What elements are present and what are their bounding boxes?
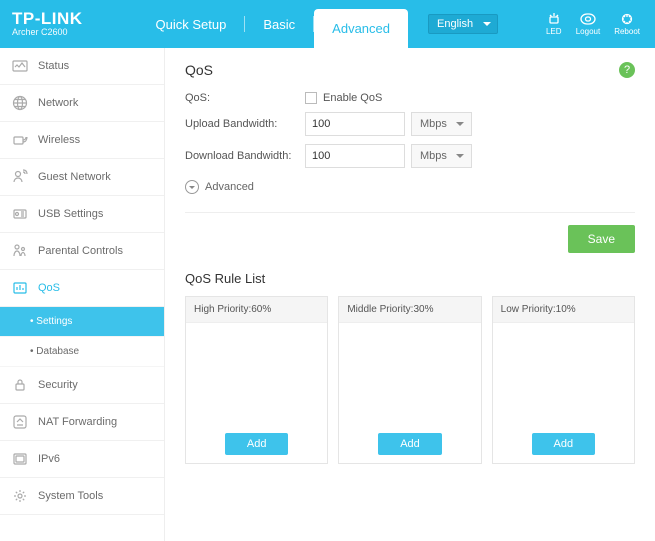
add-button-mid[interactable]: Add bbox=[378, 433, 442, 455]
title-row: QoS ? bbox=[185, 62, 635, 78]
enable-label: Enable QoS bbox=[323, 92, 382, 104]
sidebar-item-ipv6[interactable]: IPv6 bbox=[0, 441, 164, 478]
logo: TP-LINK Archer C2600 bbox=[12, 10, 83, 39]
priority-footer: Add bbox=[493, 425, 634, 463]
priority-body bbox=[339, 323, 480, 425]
reboot-label: Reboot bbox=[614, 27, 640, 36]
main-content: QoS ? QoS: Enable QoS Upload Bandwidth: … bbox=[165, 48, 655, 541]
reboot-icon bbox=[619, 12, 635, 26]
sidebar-item-qos[interactable]: QoS bbox=[0, 270, 164, 307]
priority-footer: Add bbox=[339, 425, 480, 463]
sidebar-item-status[interactable]: Status bbox=[0, 48, 164, 85]
language-select[interactable]: English bbox=[428, 14, 498, 34]
add-button-high[interactable]: Add bbox=[225, 433, 289, 455]
sidebar-label: System Tools bbox=[38, 490, 103, 502]
nat-icon bbox=[12, 414, 28, 430]
ipv6-icon bbox=[12, 451, 28, 467]
guest-icon bbox=[12, 169, 28, 185]
sub-label: Settings bbox=[30, 316, 72, 327]
upload-row: Upload Bandwidth: Mbps bbox=[185, 112, 635, 136]
led-button[interactable]: LED bbox=[546, 12, 562, 36]
sidebar-item-guest[interactable]: Guest Network bbox=[0, 159, 164, 196]
sidebar-item-nat[interactable]: NAT Forwarding bbox=[0, 404, 164, 441]
page-title: QoS bbox=[185, 62, 213, 78]
usb-icon bbox=[12, 206, 28, 222]
sidebar-label: Network bbox=[38, 97, 78, 109]
brand: TP-LINK bbox=[12, 10, 83, 29]
tab-advanced[interactable]: Advanced bbox=[314, 9, 408, 48]
sidebar-label: NAT Forwarding bbox=[38, 416, 117, 428]
body: Status Network Wireless Guest Network US… bbox=[0, 48, 655, 541]
priority-footer: Add bbox=[186, 425, 327, 463]
rule-list-title: QoS Rule List bbox=[185, 271, 635, 286]
qos-enable-row: QoS: Enable QoS bbox=[185, 92, 635, 104]
priority-header: Middle Priority:30% bbox=[339, 297, 480, 323]
status-icon bbox=[12, 58, 28, 74]
chevron-down-icon bbox=[185, 180, 199, 194]
network-icon bbox=[12, 95, 28, 111]
sidebar-subitem-settings[interactable]: Settings bbox=[0, 307, 164, 337]
main-tabs: Quick Setup Basic Advanced bbox=[138, 0, 408, 48]
tab-basic[interactable]: Basic bbox=[245, 0, 313, 48]
sidebar-label: Status bbox=[38, 60, 69, 72]
upload-label: Upload Bandwidth: bbox=[185, 118, 305, 130]
reboot-button[interactable]: Reboot bbox=[614, 12, 640, 36]
priority-body bbox=[493, 323, 634, 425]
priority-header: Low Priority:10% bbox=[493, 297, 634, 323]
download-row: Download Bandwidth: Mbps bbox=[185, 144, 635, 168]
divider bbox=[185, 212, 635, 213]
priority-header: High Priority:60% bbox=[186, 297, 327, 323]
sidebar-item-network[interactable]: Network bbox=[0, 85, 164, 122]
sidebar-item-tools[interactable]: System Tools bbox=[0, 478, 164, 515]
sidebar: Status Network Wireless Guest Network US… bbox=[0, 48, 165, 541]
tab-quick-setup[interactable]: Quick Setup bbox=[138, 0, 245, 48]
qos-icon bbox=[12, 280, 28, 296]
priority-card-low: Low Priority:10% Add bbox=[492, 296, 635, 464]
help-button[interactable]: ? bbox=[619, 62, 635, 78]
qos-label: QoS: bbox=[185, 92, 305, 104]
sidebar-item-parental[interactable]: Parental Controls bbox=[0, 233, 164, 270]
sidebar-label: USB Settings bbox=[38, 208, 103, 220]
parental-icon bbox=[12, 243, 28, 259]
sidebar-label: QoS bbox=[38, 282, 60, 294]
sidebar-item-usb[interactable]: USB Settings bbox=[0, 196, 164, 233]
download-label: Download Bandwidth: bbox=[185, 150, 305, 162]
wireless-icon bbox=[12, 132, 28, 148]
checkbox-icon bbox=[305, 92, 317, 104]
priority-grid: High Priority:60% Add Middle Priority:30… bbox=[185, 296, 635, 464]
sidebar-label: IPv6 bbox=[38, 453, 60, 465]
advanced-toggle[interactable]: Advanced bbox=[185, 180, 635, 194]
priority-card-high: High Priority:60% Add bbox=[185, 296, 328, 464]
save-button[interactable]: Save bbox=[568, 225, 635, 253]
gear-icon bbox=[12, 488, 28, 504]
led-icon bbox=[546, 12, 562, 26]
sidebar-item-wireless[interactable]: Wireless bbox=[0, 122, 164, 159]
sidebar-item-security[interactable]: Security bbox=[0, 367, 164, 404]
logout-button[interactable]: Logout bbox=[576, 12, 600, 36]
sidebar-label: Parental Controls bbox=[38, 245, 123, 257]
save-row: Save bbox=[185, 225, 635, 253]
sidebar-label: Security bbox=[38, 379, 78, 391]
enable-qos-checkbox[interactable]: Enable QoS bbox=[305, 92, 382, 104]
sidebar-label: Wireless bbox=[38, 134, 80, 146]
upload-input[interactable] bbox=[305, 112, 405, 136]
advanced-label: Advanced bbox=[205, 181, 254, 193]
download-input[interactable] bbox=[305, 144, 405, 168]
header: TP-LINK Archer C2600 Quick Setup Basic A… bbox=[0, 0, 655, 48]
add-button-low[interactable]: Add bbox=[532, 433, 596, 455]
sidebar-label: Guest Network bbox=[38, 171, 111, 183]
led-label: LED bbox=[546, 27, 562, 36]
model: Archer C2600 bbox=[12, 28, 83, 38]
priority-body bbox=[186, 323, 327, 425]
priority-card-mid: Middle Priority:30% Add bbox=[338, 296, 481, 464]
sidebar-subitem-database[interactable]: Database bbox=[0, 337, 164, 367]
upload-unit-select[interactable]: Mbps bbox=[411, 112, 472, 136]
sub-label: Database bbox=[30, 346, 79, 357]
logout-label: Logout bbox=[576, 27, 600, 36]
download-unit-select[interactable]: Mbps bbox=[411, 144, 472, 168]
logout-icon bbox=[580, 12, 596, 26]
security-icon bbox=[12, 377, 28, 393]
header-buttons: LED Logout Reboot bbox=[546, 12, 640, 36]
